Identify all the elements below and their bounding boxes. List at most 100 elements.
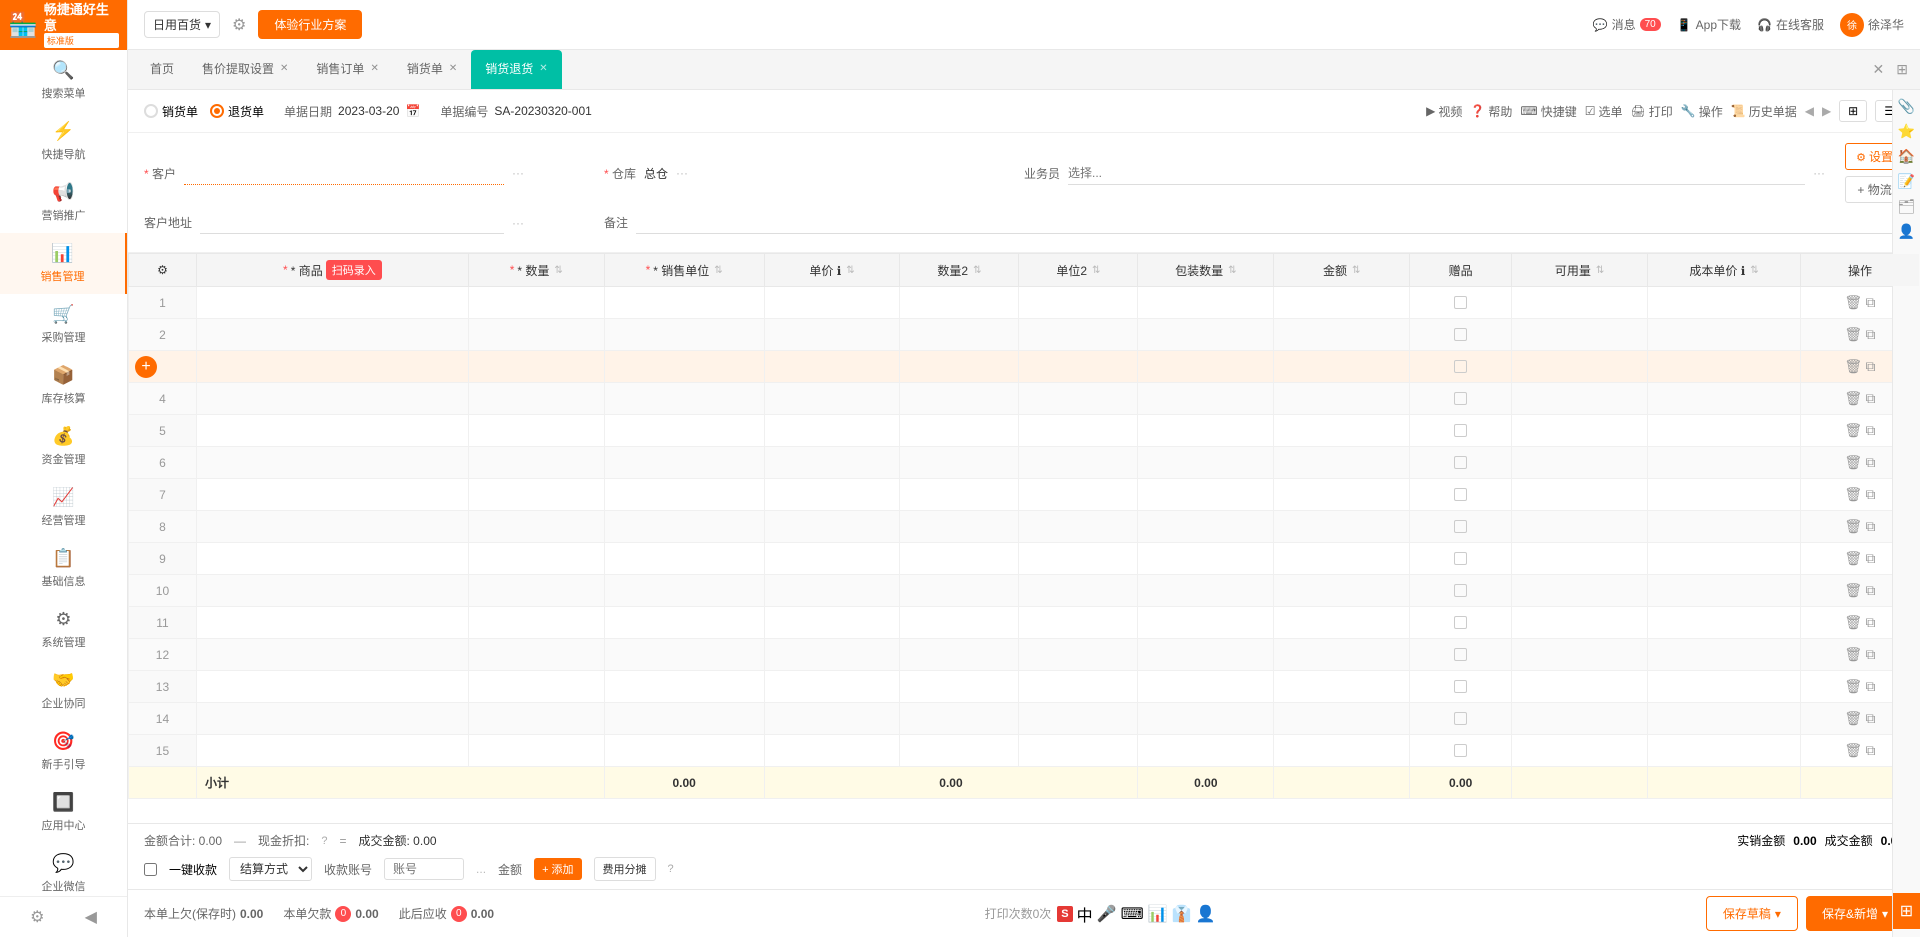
row-goods-15[interactable] [196,735,468,767]
row-avail-5[interactable] [1512,415,1648,447]
fee-btn[interactable]: 费用分摊 [594,857,656,881]
row-goods-12[interactable] [196,639,468,671]
note-input[interactable] [636,211,1904,234]
sidebar-collapse-icon[interactable]: ◀ [85,907,97,927]
row-unit-6[interactable] [604,447,764,479]
row-pkg-5[interactable] [1138,415,1274,447]
customer-input[interactable] [184,162,504,185]
row-qty-12[interactable] [468,639,604,671]
delete-btn-2[interactable]: 🗑 [1844,326,1862,343]
tool-icon-person[interactable]: 👤 [1196,904,1216,924]
trial-button[interactable]: 体验行业方案 [258,10,362,39]
copy-btn-8[interactable]: ⧉ [1866,518,1876,535]
row-price-6[interactable] [764,447,900,479]
pkg-sort-icon[interactable]: ⇅ [1228,265,1236,276]
tool-icon-keyboard[interactable]: ⌨ [1121,904,1144,924]
row-avail-2[interactable] [1512,319,1648,351]
row-unit2-4[interactable] [1019,383,1138,415]
gift-checkbox-15[interactable] [1454,744,1467,757]
row-goods-6[interactable] [196,447,468,479]
row-pkg-8[interactable] [1138,511,1274,543]
row-unit2-8[interactable] [1019,511,1138,543]
row-goods-8[interactable] [196,511,468,543]
row-price-2[interactable] [764,319,900,351]
row-price-1[interactable] [764,287,900,319]
sidebar-item-sales[interactable]: 📊 销售管理 [0,233,127,294]
tool-icon-zhong[interactable]: 中 [1077,902,1093,926]
staff-input[interactable] [1068,162,1805,185]
row-cost-11[interactable] [1648,607,1801,639]
sidebar-settings-icon[interactable]: ⚙ [30,907,44,927]
row-qty2-8[interactable] [900,511,1019,543]
right-icon-1[interactable]: 📎 [1898,98,1915,115]
row-cost-5[interactable] [1648,415,1801,447]
row-goods-7[interactable] [196,479,468,511]
row-amount-4[interactable] [1274,383,1410,415]
qty2-sort-icon[interactable]: ⇅ [973,265,981,276]
row-avail-1[interactable] [1512,287,1648,319]
qty-sort-icon[interactable]: ⇅ [554,265,562,276]
row-price-8[interactable] [764,511,900,543]
row-price-5[interactable] [764,415,900,447]
row-pkg-1[interactable] [1138,287,1274,319]
unit-sort-icon[interactable]: ⇅ [714,265,722,276]
gift-checkbox-12[interactable] [1454,648,1467,661]
row-avail-7[interactable] [1512,479,1648,511]
row-qty2-11[interactable] [900,607,1019,639]
industry-select[interactable]: 日用百货 ▾ [144,11,220,38]
online-service-item[interactable]: 🎧 在线客服 [1757,16,1824,33]
row-cost-3[interactable] [1648,351,1801,383]
row-cost-7[interactable] [1648,479,1801,511]
gift-checkbox-9[interactable] [1454,552,1467,565]
row-price-15[interactable] [764,735,900,767]
gift-checkbox-11[interactable] [1454,616,1467,629]
copy-btn-3[interactable]: ⧉ [1866,358,1876,375]
help-btn[interactable]: ❓ 帮助 [1470,103,1512,120]
copy-btn-13[interactable]: ⧉ [1866,678,1876,695]
row-cost-10[interactable] [1648,575,1801,607]
row-unit-14[interactable] [604,703,764,735]
tab-sale-return-close[interactable]: ✕ [539,63,547,74]
row-goods-1[interactable] [196,287,468,319]
row-pkg-10[interactable] [1138,575,1274,607]
row-unit-2[interactable] [604,319,764,351]
gift-checkbox-8[interactable] [1454,520,1467,533]
row-price-9[interactable] [764,543,900,575]
row-qty2-1[interactable] [900,287,1019,319]
tab-sale-setting-close[interactable]: ✕ [280,63,288,74]
row-amount-10[interactable] [1274,575,1410,607]
row-qty-3[interactable] [468,351,604,383]
grid-view-btn[interactable]: ⊞ [1839,100,1867,122]
delete-btn-7[interactable]: 🗑 [1844,486,1862,503]
row-goods-9[interactable] [196,543,468,575]
tab-sale-order-close[interactable]: ✕ [370,63,378,74]
save-new-btn[interactable]: 保存&新增 ▾ [1806,896,1904,931]
row-qty-5[interactable] [468,415,604,447]
row-avail-10[interactable] [1512,575,1648,607]
row-unit-1[interactable] [604,287,764,319]
row-avail-9[interactable] [1512,543,1648,575]
sidebar-item-basic[interactable]: 📋 基础信息 [0,538,127,599]
row-amount-9[interactable] [1274,543,1410,575]
tab-sale-goods[interactable]: 销货单 ✕ [393,50,471,89]
row-qty2-14[interactable] [900,703,1019,735]
save-new-dropdown-icon[interactable]: ▾ [1882,907,1888,921]
row-avail-14[interactable] [1512,703,1648,735]
row-unit2-13[interactable] [1019,671,1138,703]
gift-checkbox-4[interactable] [1454,392,1467,405]
delete-btn-14[interactable]: 🗑 [1844,710,1862,727]
copy-btn-4[interactable]: ⧉ [1866,390,1876,407]
row-unit2-11[interactable] [1019,607,1138,639]
row-cost-13[interactable] [1648,671,1801,703]
settings-gear-icon[interactable]: ⚙ [232,15,246,35]
delete-btn-12[interactable]: 🗑 [1844,646,1862,663]
right-icon-3[interactable]: 🏠 [1898,148,1915,165]
row-unit2-12[interactable] [1019,639,1138,671]
sidebar-item-marketing[interactable]: 📢 营销推广 [0,172,127,233]
row-unit-15[interactable] [604,735,764,767]
amount-sort-icon[interactable]: ⇅ [1352,265,1360,276]
right-icon-4[interactable]: 📝 [1898,173,1915,190]
gift-checkbox-13[interactable] [1454,680,1467,693]
row-qty-10[interactable] [468,575,604,607]
history-btn[interactable]: 📜 历史单据 [1731,103,1797,120]
